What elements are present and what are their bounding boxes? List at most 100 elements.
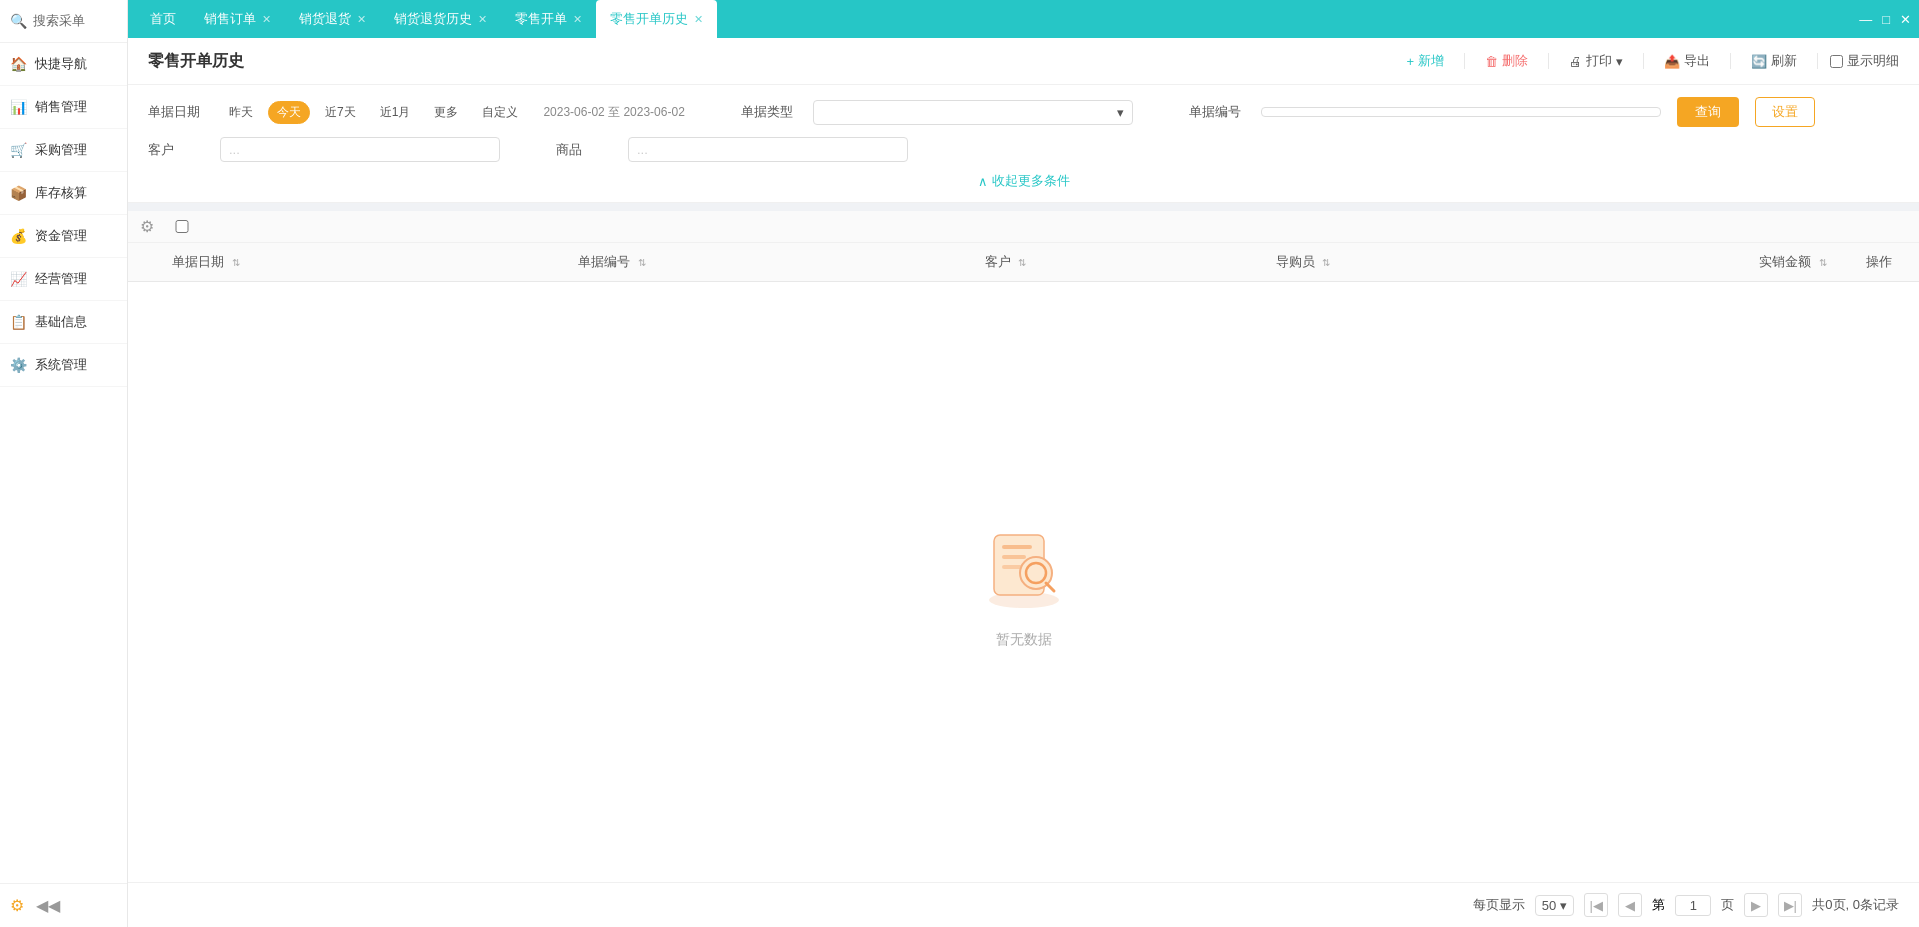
pagination: 每页显示 50 ▾ |◀ ◀ 第 页 ▶ ▶| 共0页, 0条记录 — [128, 882, 1919, 927]
table-area: ⚙ 单据日期 ⇅ 单据编号 ⇅ 客户 ⇅ — [128, 211, 1919, 882]
date-filter-buttons: 昨天 今天 近7天 近1月 更多 自定义 — [220, 101, 527, 124]
sidebar-bottom: ⚙ ◀◀ — [0, 883, 127, 927]
svg-line-7 — [1046, 583, 1054, 591]
tab-sales-order[interactable]: 销售订单 ✕ — [190, 0, 285, 38]
sidebar-item-purchase-mgmt[interactable]: 🛒 采购管理 — [0, 129, 127, 172]
box-icon: 📦 — [10, 185, 27, 201]
goods-input[interactable]: ... — [628, 137, 908, 162]
divider-5 — [1817, 53, 1818, 69]
th-date-label: 单据日期 — [172, 254, 224, 269]
date-btn-7days[interactable]: 近7天 — [316, 101, 365, 124]
delete-button[interactable]: 🗑 删除 — [1477, 48, 1536, 74]
tab-retail-open-close[interactable]: ✕ — [573, 13, 582, 26]
print-icon: 🖨 — [1569, 54, 1582, 69]
empty-text: 暂无数据 — [996, 631, 1052, 649]
first-page-button[interactable]: |◀ — [1584, 893, 1608, 917]
export-button[interactable]: 📤 导出 — [1656, 48, 1718, 74]
settings-button[interactable]: 设置 — [1755, 97, 1815, 127]
date-btn-yesterday[interactable]: 昨天 — [220, 101, 262, 124]
sidebar-search[interactable]: 🔍 搜索采单 — [0, 0, 127, 43]
th-no[interactable]: 单据编号 ⇅ — [566, 243, 972, 282]
tab-sales-return-label: 销货退货 — [299, 10, 351, 28]
sidebar-item-operations[interactable]: 📈 经营管理 — [0, 258, 127, 301]
close-btn[interactable]: ✕ — [1900, 12, 1911, 27]
maximize-btn[interactable]: □ — [1882, 12, 1890, 27]
sort-no-icon[interactable]: ⇅ — [638, 257, 646, 268]
date-btn-more[interactable]: 更多 — [425, 101, 467, 124]
customer-input[interactable]: ... — [220, 137, 500, 162]
goods-label: 商品 — [556, 141, 612, 159]
page-input[interactable] — [1675, 895, 1711, 916]
sidebar-item-sales-mgmt[interactable]: 📊 销售管理 — [0, 86, 127, 129]
filter-row-2: 客户 ... 商品 ... — [148, 137, 1899, 162]
tab-retail-open[interactable]: 零售开单 ✕ — [501, 0, 596, 38]
info-icon: 📋 — [10, 314, 27, 330]
minimize-btn[interactable]: — — [1859, 12, 1872, 27]
add-icon: + — [1406, 54, 1414, 69]
divider-4 — [1730, 53, 1731, 69]
th-customer[interactable]: 客户 ⇅ — [973, 243, 1264, 282]
select-all-checkbox[interactable] — [166, 220, 198, 233]
date-btn-today[interactable]: 今天 — [268, 101, 310, 124]
tab-sales-return-close[interactable]: ✕ — [357, 13, 366, 26]
bill-no-label: 单据编号 — [1189, 103, 1245, 121]
per-page-select[interactable]: 50 ▾ — [1535, 895, 1574, 916]
refresh-icon: 🔄 — [1751, 54, 1767, 69]
print-button[interactable]: 🖨 打印 ▾ — [1561, 48, 1631, 74]
page-header: 零售开单历史 + 新增 🗑 删除 🖨 打印 ▾ 📤 导出 — [128, 38, 1919, 85]
table-settings-icon[interactable]: ⚙ — [140, 217, 154, 236]
next-page-button[interactable]: ▶ — [1744, 893, 1768, 917]
th-salesperson-label: 导购员 — [1276, 254, 1315, 269]
sort-date-icon[interactable]: ⇅ — [232, 257, 240, 268]
th-no-label: 单据编号 — [578, 254, 630, 269]
tab-sales-return-history[interactable]: 销货退货历史 ✕ — [380, 0, 501, 38]
tab-home-label: 首页 — [150, 10, 176, 28]
add-button[interactable]: + 新增 — [1398, 48, 1452, 74]
sort-amount-icon[interactable]: ⇅ — [1819, 257, 1827, 268]
show-detail-checkbox[interactable]: 显示明细 — [1830, 52, 1899, 70]
tab-retail-history-close[interactable]: ✕ — [694, 13, 703, 26]
query-button[interactable]: 查询 — [1677, 97, 1739, 127]
delete-label: 删除 — [1502, 52, 1528, 70]
sort-customer-icon[interactable]: ⇅ — [1018, 257, 1026, 268]
show-detail-input[interactable] — [1830, 55, 1843, 68]
total-info: 共0页, 0条记录 — [1812, 896, 1899, 914]
th-date[interactable]: 单据日期 ⇅ — [160, 243, 566, 282]
th-amount[interactable]: 实销金额 ⇅ — [1719, 243, 1839, 282]
last-page-button[interactable]: ▶| — [1778, 893, 1802, 917]
export-icon: 📤 — [1664, 54, 1680, 69]
tab-retail-open-label: 零售开单 — [515, 10, 567, 28]
sort-salesperson-icon[interactable]: ⇅ — [1322, 257, 1330, 268]
export-label: 导出 — [1684, 52, 1710, 70]
bill-no-input[interactable] — [1261, 107, 1661, 117]
tab-sales-return-history-close[interactable]: ✕ — [478, 13, 487, 26]
sidebar-item-label: 快捷导航 — [35, 55, 87, 73]
tab-sales-return-history-label: 销货退货历史 — [394, 10, 472, 28]
sidebar-item-quick-nav[interactable]: 🏠 快捷导航 — [0, 43, 127, 86]
settings-icon[interactable]: ⚙ — [10, 896, 24, 915]
chart-icon: 📊 — [10, 99, 27, 115]
chevron-down-icon: ▾ — [1117, 105, 1124, 120]
date-btn-1month[interactable]: 近1月 — [371, 101, 420, 124]
date-btn-custom[interactable]: 自定义 — [473, 101, 527, 124]
th-salesperson[interactable]: 导购员 ⇅ — [1264, 243, 1613, 282]
sidebar-item-system-mgmt[interactable]: ⚙️ 系统管理 — [0, 344, 127, 387]
refresh-button[interactable]: 🔄 刷新 — [1743, 48, 1805, 74]
svg-rect-3 — [1002, 555, 1026, 559]
tab-home[interactable]: 首页 — [136, 0, 190, 38]
svg-rect-4 — [1002, 565, 1022, 569]
tab-retail-history[interactable]: 零售开单历史 ✕ — [596, 0, 717, 38]
tab-sales-return[interactable]: 销货退货 ✕ — [285, 0, 380, 38]
customer-label: 客户 — [148, 141, 204, 159]
collapse-filters[interactable]: ∧ 收起更多条件 — [148, 172, 1899, 190]
sidebar-item-basic-info[interactable]: 📋 基础信息 — [0, 301, 127, 344]
sidebar-item-label: 库存核算 — [35, 184, 87, 202]
sidebar-item-finance[interactable]: 💰 资金管理 — [0, 215, 127, 258]
collapse-sidebar-icon[interactable]: ◀◀ — [36, 896, 60, 915]
sidebar-item-inventory[interactable]: 📦 库存核算 — [0, 172, 127, 215]
prev-page-button[interactable]: ◀ — [1618, 893, 1642, 917]
tab-sales-order-close[interactable]: ✕ — [262, 13, 271, 26]
delete-icon: 🗑 — [1485, 54, 1498, 69]
sidebar-item-label: 经营管理 — [35, 270, 87, 288]
bill-type-select[interactable]: ▾ — [813, 100, 1133, 125]
